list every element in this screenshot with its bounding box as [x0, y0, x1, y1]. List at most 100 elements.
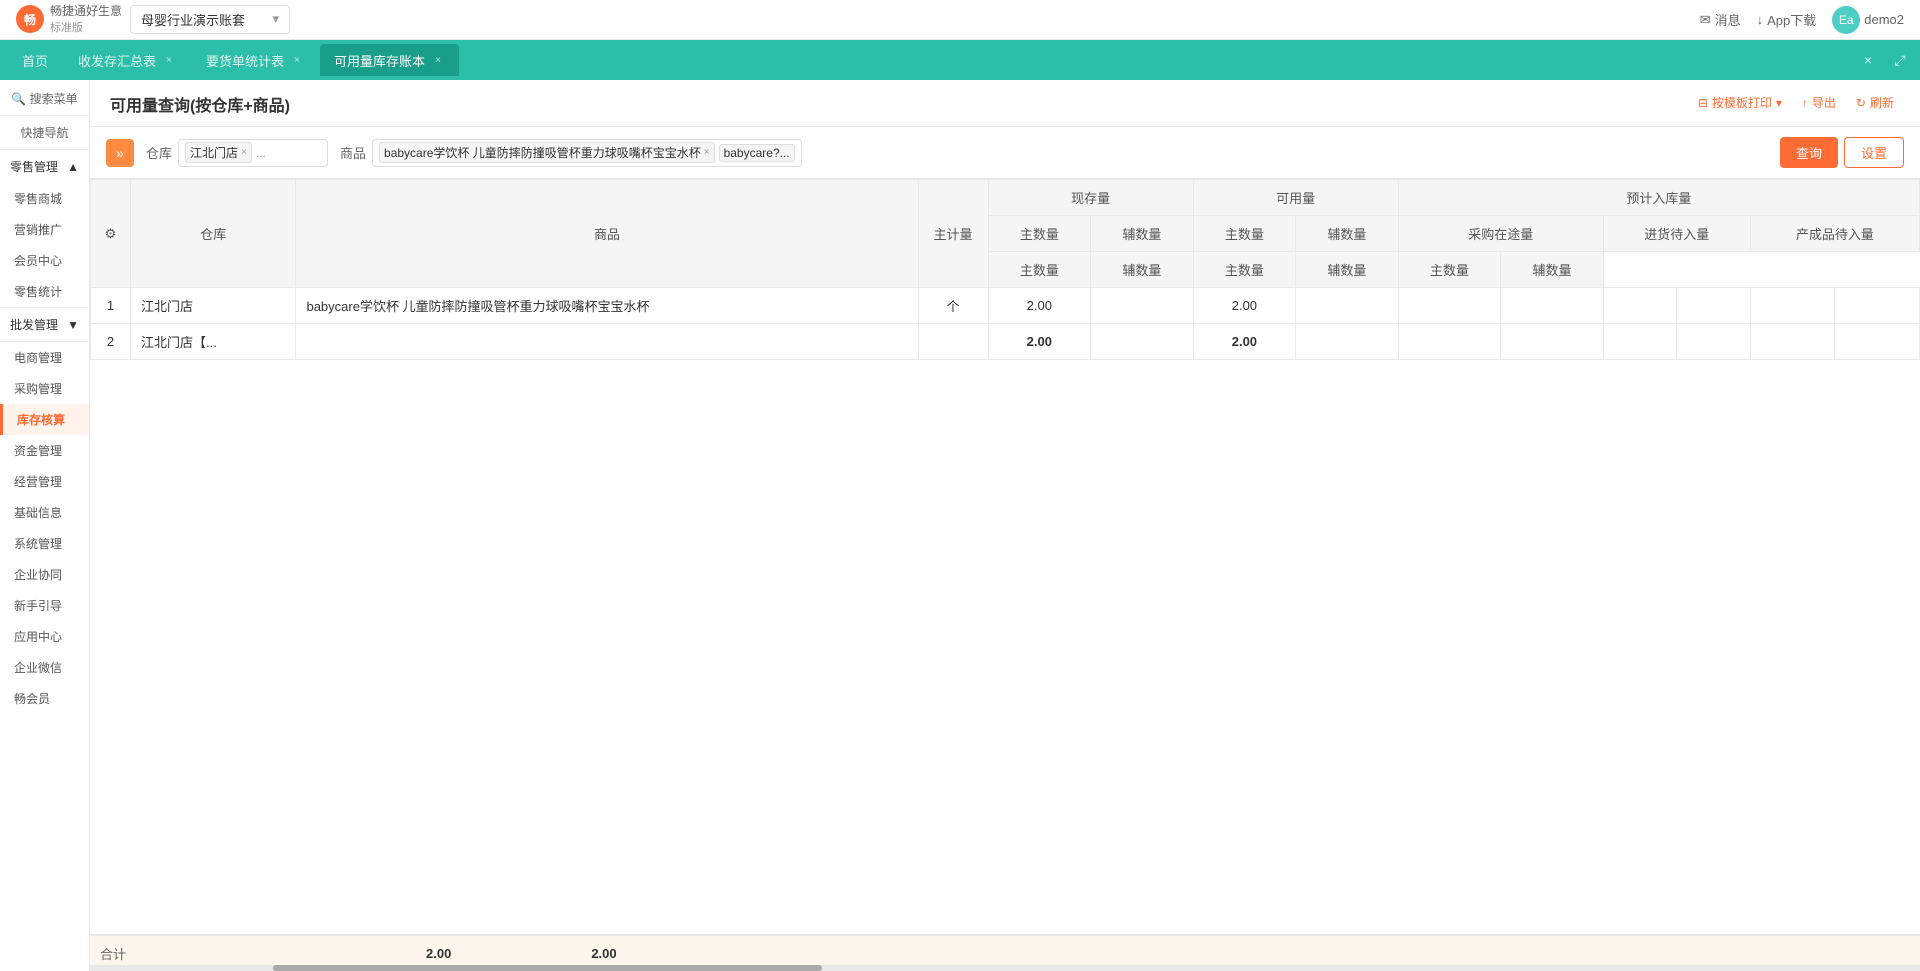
tab-order-stats[interactable]: 要货单统计表 × [192, 44, 318, 76]
warehouse-tag-close[interactable]: × [241, 147, 247, 158]
download-icon: ↓ [1757, 12, 1764, 27]
search-icon: 🔍 [11, 92, 26, 106]
filter-actions: 查询 设置 [1780, 137, 1904, 168]
td-inc-main-2 [1603, 324, 1676, 360]
settings-button[interactable]: 设置 [1844, 137, 1904, 168]
sidebar-search[interactable]: 🔍 搜索菜单 [0, 80, 89, 116]
tab-expand[interactable]: ⤢ [1888, 48, 1912, 72]
th-stock-main: 主数量 [988, 216, 1091, 252]
sidebar-section-retail: 零售管理 ▲ 零售商城 营销推广 会员中心 零售统计 [0, 150, 89, 308]
main-layout: 🔍 搜索菜单 快捷导航 零售管理 ▲ 零售商城 营销推广 会员中心 零售统计 批… [0, 80, 1920, 971]
template-print-button[interactable]: ⊟ 按模板打印 ▾ [1692, 90, 1788, 115]
th-incoming: 进货待入量 [1603, 216, 1750, 252]
app-download-button[interactable]: ↓ App下载 [1757, 10, 1817, 29]
table-footer: 合计 2.00 2.00 [90, 934, 1920, 971]
sidebar-item-ecommerce[interactable]: 电商管理 [0, 342, 89, 373]
tab-close-all[interactable]: × [1856, 48, 1880, 72]
th-planned-in: 预计入库量 [1398, 180, 1919, 216]
sidebar-item-system[interactable]: 系统管理 [0, 528, 89, 559]
table-header-row-1: ⚙ 仓库 商品 主计量 现存量 可用量 预计入库量 [91, 180, 1920, 216]
sidebar-item-marketing[interactable]: 营销推广 [0, 214, 89, 245]
th-stock: 现存量 [988, 180, 1193, 216]
tab-available-inventory-close[interactable]: × [431, 53, 445, 67]
footer-available-main: 2.00 [591, 946, 616, 961]
chevron-down-icon: ▾ [272, 11, 279, 27]
sidebar-section-retail-header[interactable]: 零售管理 ▲ [0, 150, 89, 183]
td-fin-main-1 [1750, 288, 1835, 324]
tab-order-stats-close[interactable]: × [290, 53, 304, 67]
td-pt-main-1 [1398, 288, 1501, 324]
td-avail-main-2: 2.00 [1193, 324, 1296, 360]
th-unit: 主计量 [918, 180, 988, 288]
sidebar-item-enterprise[interactable]: 企业协同 [0, 559, 89, 590]
th-avail-main: 主数量 [1193, 216, 1296, 252]
table-body: 1 江北门店 babycare学饮杯 儿童防摔防撞吸管杯重力球吸嘴杯宝宝水杯 个… [91, 288, 1920, 360]
product-filter-input[interactable]: babycare学饮杯 儿童防摔防撞吸管杯重力球吸嘴杯宝宝水杯 × babyca… [372, 139, 802, 167]
logo-area: 畅 畅捷通好生意 标准版 [16, 4, 122, 34]
sidebar-item-retail-stats[interactable]: 零售统计 [0, 276, 89, 307]
sidebar-section-wholesale: 批发管理 ▼ [0, 308, 89, 342]
message-button[interactable]: ✉ 消息 [1700, 10, 1741, 29]
chevron-icon-wholesale: ▼ [67, 318, 79, 332]
sidebar-section-wholesale-header[interactable]: 批发管理 ▼ [0, 308, 89, 341]
top-bar-right: ✉ 消息 ↓ App下载 Ea demo2 [1700, 6, 1904, 34]
table-container[interactable]: ⚙ 仓库 商品 主计量 现存量 可用量 预计入库量 主数量 辅数量 主数量 辅数… [90, 179, 1920, 934]
td-avail-aux-1 [1296, 288, 1399, 324]
th-warehouse: 仓库 [131, 180, 296, 288]
table-row: 1 江北门店 babycare学饮杯 儿童防摔防撞吸管杯重力球吸嘴杯宝宝水杯 个… [91, 288, 1920, 324]
avatar: Ea [1832, 6, 1860, 34]
sidebar-item-operations[interactable]: 经营管理 [0, 466, 89, 497]
td-seq-2: 2 [91, 324, 131, 360]
filter-expand-button[interactable]: » [106, 139, 134, 167]
td-pt-aux-2 [1501, 324, 1604, 360]
tab-available-inventory[interactable]: 可用量库存账本 × [320, 44, 459, 76]
refresh-button[interactable]: ↻ 刷新 [1850, 90, 1900, 115]
th-avail-aux: 辅数量 [1296, 216, 1399, 252]
page-title: 可用量查询(按仓库+商品) [110, 92, 1900, 116]
td-stock-aux-2 [1091, 324, 1194, 360]
sidebar-item-member[interactable]: 畅会员 [0, 683, 89, 714]
sidebar-item-inventory[interactable]: 库存核算 [0, 404, 89, 435]
th-pt-main: 主数量 [988, 252, 1091, 288]
product-tag1-close[interactable]: × [704, 147, 710, 158]
refresh-icon: ↻ [1856, 96, 1866, 110]
warehouse-filter-more[interactable]: ... [256, 146, 266, 160]
sidebar-item-finance[interactable]: 资金管理 [0, 435, 89, 466]
product-tag-1: babycare学饮杯 儿童防摔防撞吸管杯重力球吸嘴杯宝宝水杯 × [379, 142, 715, 163]
tab-recv-summary-close[interactable]: × [162, 53, 176, 67]
sidebar-item-new-guide[interactable]: 新手引导 [0, 590, 89, 621]
sidebar-item-enterprise-wechat[interactable]: 企业微信 [0, 652, 89, 683]
th-fin-main: 主数量 [1398, 252, 1501, 288]
th-pt-aux: 辅数量 [1091, 252, 1194, 288]
export-icon: ↑ [1802, 96, 1808, 110]
tab-recv-summary[interactable]: 收发存汇总表 × [64, 44, 190, 76]
footer-stock-main: 2.00 [426, 946, 451, 961]
sidebar-item-retail-mall[interactable]: 零售商城 [0, 183, 89, 214]
warehouse-tag: 江北门店 × [185, 142, 252, 163]
user-profile[interactable]: Ea demo2 [1832, 6, 1904, 34]
warehouse-filter-input[interactable]: 江北门店 × ... [178, 139, 328, 167]
sidebar-item-basic-info[interactable]: 基础信息 [0, 497, 89, 528]
td-product-1: babycare学饮杯 儿童防摔防撞吸管杯重力球吸嘴杯宝宝水杯 [296, 288, 918, 324]
retail-mgmt-label: 零售管理 [10, 158, 58, 175]
th-available: 可用量 [1193, 180, 1398, 216]
app-name: 畅捷通好生意 [50, 4, 122, 18]
page-header: 可用量查询(按仓库+商品) ⊟ 按模板打印 ▾ ↑ 导出 ↻ 刷新 [90, 80, 1920, 127]
sidebar: 🔍 搜索菜单 快捷导航 零售管理 ▲ 零售商城 营销推广 会员中心 零售统计 批… [0, 80, 90, 971]
sidebar-item-member-center[interactable]: 会员中心 [0, 245, 89, 276]
store-selector[interactable]: 母婴行业演示账套 ▾ [130, 5, 290, 34]
query-button[interactable]: 查询 [1780, 137, 1838, 168]
sidebar-item-purchase[interactable]: 采购管理 [0, 373, 89, 404]
td-stock-aux-1 [1091, 288, 1194, 324]
inventory-table: ⚙ 仓库 商品 主计量 现存量 可用量 预计入库量 主数量 辅数量 主数量 辅数… [90, 179, 1920, 360]
td-stock-main-2: 2.00 [988, 324, 1091, 360]
message-icon: ✉ [1700, 12, 1711, 28]
sidebar-quick-nav[interactable]: 快捷导航 [0, 116, 89, 150]
th-stock-aux: 辅数量 [1091, 216, 1194, 252]
warehouse-filter-label: 仓库 [146, 143, 172, 162]
tab-home[interactable]: 首页 [8, 44, 62, 76]
th-inc-aux: 辅数量 [1296, 252, 1399, 288]
sidebar-item-app-center[interactable]: 应用中心 [0, 621, 89, 652]
td-seq: 1 [91, 288, 131, 324]
export-button[interactable]: ↑ 导出 [1796, 90, 1842, 115]
